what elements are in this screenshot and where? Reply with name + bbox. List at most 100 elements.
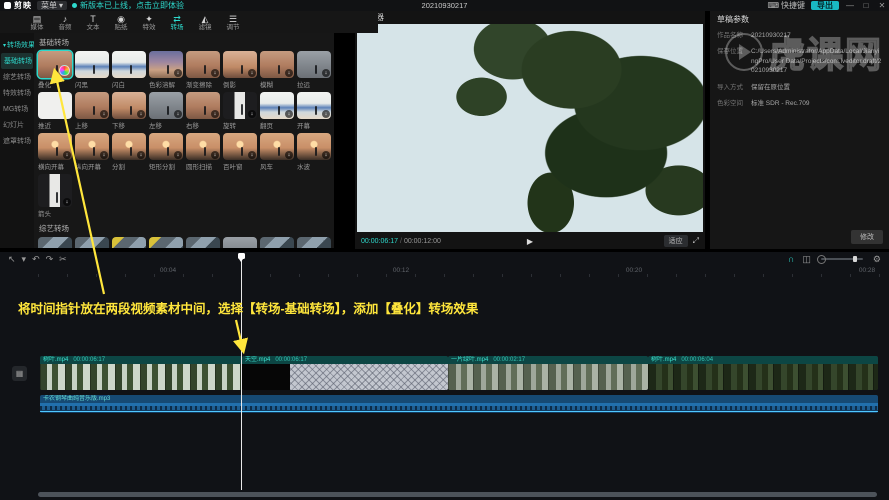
transition-item-推近[interactable]: 推近 bbox=[38, 92, 72, 130]
transition-item-蹦迪光线[interactable]: ↓蹦迪光线 bbox=[38, 237, 72, 248]
maximize-button[interactable]: □ bbox=[861, 1, 871, 10]
zoom-slider-handle[interactable] bbox=[852, 256, 857, 262]
current-time: 00:00:06:17 bbox=[361, 237, 398, 245]
snap-magnet-icon[interactable]: ∩ bbox=[788, 252, 794, 266]
section-title: 综艺转场 bbox=[39, 224, 69, 233]
transition-item-闪黑[interactable]: 闪黑 bbox=[75, 51, 109, 89]
undo-icon[interactable]: ↶ bbox=[32, 252, 40, 266]
split-icon[interactable]: ✂ bbox=[59, 252, 67, 266]
export-button[interactable]: 导出 bbox=[811, 1, 839, 10]
transition-item-叠化[interactable]: 叠化 bbox=[38, 51, 72, 89]
video-clip[interactable]: 树叶.mp4 00:00:06:04 bbox=[648, 356, 878, 390]
transition-item-渐变擦除[interactable]: ↓ 渐变擦除 bbox=[186, 51, 220, 89]
transition-item-圆形扫描[interactable]: ↓ 圆形扫描 bbox=[186, 133, 220, 171]
horizontal-scrollbar[interactable] bbox=[38, 492, 877, 497]
transition-name: 左移 bbox=[149, 123, 162, 130]
transition-item-模糊[interactable]: ↓ 模糊 bbox=[260, 51, 294, 89]
download-icon: ↓ bbox=[211, 110, 219, 118]
audio-track: 卡农钢琴曲纯音乐版.mp3 bbox=[0, 395, 889, 413]
clip-name: 天空.mp4 bbox=[245, 357, 271, 363]
transition-item-色差故障[interactable]: ↓色差故障 bbox=[112, 237, 146, 248]
redo-icon[interactable]: ↷ bbox=[46, 252, 54, 266]
param-row: 作品名称 20210930217 bbox=[710, 31, 889, 40]
transition-thumbnail: ↓ bbox=[223, 51, 257, 78]
toolbar-item-transition[interactable]: ⇄ 转场 bbox=[164, 14, 190, 31]
transition-item-横向开幕[interactable]: ↓ 横向开幕 bbox=[38, 133, 72, 171]
modify-button[interactable]: 修改 bbox=[851, 230, 883, 244]
transition-item-信号干扰[interactable]: ↓信号干扰 bbox=[186, 237, 220, 248]
video-clip[interactable]: 天空.mp4 00:00:06:17 bbox=[242, 356, 448, 390]
fit-ratio-button[interactable]: 适应 bbox=[663, 235, 688, 247]
toolbar-item-sticker[interactable]: ◉ 贴纸 bbox=[108, 14, 134, 31]
toolbar-item-adjust[interactable]: ☰ 调节 bbox=[220, 14, 246, 31]
transition-name: 推近 bbox=[38, 123, 51, 130]
transition-item-上移[interactable]: ↓ 上移 bbox=[75, 92, 109, 130]
timeline-settings-icon[interactable]: ⚙ bbox=[873, 252, 881, 266]
transition-item-错位故障[interactable]: ↓错位故障 bbox=[223, 237, 257, 248]
transition-item-左移[interactable]: ↓ 左移 bbox=[149, 92, 183, 130]
sidebar-item-幻灯片[interactable]: 幻灯片 bbox=[0, 117, 34, 133]
video-clip[interactable]: 树叶.mp4 00:00:06:17 bbox=[40, 356, 242, 390]
playhead[interactable] bbox=[238, 253, 245, 490]
select-tool-icon[interactable]: ↖ bbox=[8, 252, 16, 266]
transition-item-箭头[interactable]: ↓ 箭头 bbox=[38, 174, 72, 218]
param-row: 导入方式 保留在原位置 bbox=[710, 83, 889, 92]
video-clip[interactable]: 一片绿叶.mp4 00:00:02:17 bbox=[448, 356, 648, 390]
audio-clip[interactable]: 卡农钢琴曲纯音乐版.mp3 bbox=[40, 395, 878, 413]
select-tool-caret-icon[interactable]: ▾ bbox=[22, 252, 27, 266]
close-button[interactable]: ✕ bbox=[877, 1, 887, 10]
transition-item-闪白[interactable]: 闪白 bbox=[112, 51, 146, 89]
play-button[interactable]: ▶ bbox=[527, 237, 533, 246]
sidebar-item-综艺转场[interactable]: 综艺转场 bbox=[0, 69, 34, 85]
transition-name: 右移 bbox=[186, 123, 199, 130]
player-panel: 播放器 00:00:06:17 / 00:00:12:00 ▶ 适应 ⤢ bbox=[355, 10, 705, 249]
transition-item-纵向开幕[interactable]: ↓ 纵向开幕 bbox=[75, 133, 109, 171]
transition-item-矩形分割[interactable]: ↓ 矩形分割 bbox=[149, 133, 183, 171]
sidebar-item-特效转场[interactable]: 特效转场 bbox=[0, 85, 34, 101]
param-label: 色彩空间 bbox=[717, 100, 743, 108]
playhead-handle-icon[interactable] bbox=[238, 253, 245, 262]
toolbar-item-text[interactable]: T 文本 bbox=[80, 14, 106, 31]
transition-item-开幕[interactable]: ↓ 开幕 bbox=[297, 92, 331, 130]
transition-name: 水波 bbox=[297, 164, 310, 171]
transition-item-复古噪点[interactable]: ↓复古噪点 bbox=[260, 237, 294, 248]
sidebar-item-基础转场[interactable]: 基础转场 bbox=[1, 53, 33, 69]
sidebar-item-转场效果[interactable]: ▾转场效果 bbox=[0, 37, 34, 53]
transition-item-右移[interactable]: ↓ 右移 bbox=[186, 92, 220, 130]
toolbar-item-label: 特效 bbox=[142, 23, 156, 31]
timeline-ruler[interactable]: 00:04 00:12 00:20 00:28 bbox=[38, 267, 889, 277]
shortcut-button[interactable]: ⌨ 快捷键 bbox=[767, 0, 805, 11]
transition-item-百叶窗[interactable]: ↓ 百叶窗 bbox=[223, 133, 257, 171]
toolbar-item-effects[interactable]: ✦ 特效 bbox=[136, 14, 162, 31]
transition-thumbnail: ↓ bbox=[260, 237, 294, 248]
transition-item-无限穿越[interactable]: ↓无限穿越 bbox=[297, 237, 331, 248]
minimize-button[interactable]: — bbox=[845, 1, 855, 10]
toolbar-item-audio[interactable]: ♪ 音频 bbox=[52, 14, 78, 31]
update-notice[interactable]: 新版本已上线，点击立即体验 bbox=[72, 0, 184, 11]
transition-name: 拉远 bbox=[297, 82, 310, 89]
download-icon: ↓ bbox=[63, 198, 71, 206]
zoom-slider[interactable] bbox=[816, 255, 863, 264]
transition-item-下移[interactable]: ↓ 下移 bbox=[112, 92, 146, 130]
fullscreen-icon[interactable]: ⤢ bbox=[693, 236, 699, 246]
transition-item-倒影[interactable]: ↓ 倒影 bbox=[223, 51, 257, 89]
transition-item-水波[interactable]: ↓ 水波 bbox=[297, 133, 331, 171]
timeline-toolbar: ↖ ▾ ↶ ↷ ✂ ∩ ◫ ⚙ bbox=[0, 252, 889, 266]
sidebar-item-遮罩转场[interactable]: 遮罩转场 bbox=[0, 133, 34, 149]
sidebar-item-MG转场[interactable]: MG转场 bbox=[0, 101, 34, 117]
video-preview[interactable] bbox=[357, 24, 703, 232]
transition-item-雪花故障[interactable]: ↓雪花故障 bbox=[149, 237, 183, 248]
preview-axis-icon[interactable]: ◫ bbox=[802, 252, 811, 266]
transition-item-风车[interactable]: ↓ 风车 bbox=[260, 133, 294, 171]
toolbar-item-filter[interactable]: ◭ 滤镜 bbox=[192, 14, 218, 31]
transition-item-迷幻波纹[interactable]: ↓迷幻波纹 bbox=[75, 237, 109, 248]
transition-item-旋转[interactable]: ↓ 旋转 bbox=[223, 92, 257, 130]
toolbar-item-media[interactable]: ▤ 媒体 bbox=[24, 14, 50, 31]
transition-item-拉远[interactable]: ↓ 拉远 bbox=[297, 51, 331, 89]
top-toolbar: ▤ 媒体 ♪ 音频 T 文本 ◉ 贴纸 ✦ 特效 ⇄ 转场 ◭ 滤镜 ☰ 调节 bbox=[0, 11, 378, 33]
transition-item-色彩溶解[interactable]: ↓ 色彩溶解 bbox=[149, 51, 183, 89]
transition-thumbnail: ↓ bbox=[75, 133, 109, 160]
transition-item-翻页[interactable]: ↓ 翻页 bbox=[260, 92, 294, 130]
menu-button[interactable]: 菜单 ▾ bbox=[37, 1, 68, 10]
transition-item-分割[interactable]: ↓ 分割 bbox=[112, 133, 146, 171]
